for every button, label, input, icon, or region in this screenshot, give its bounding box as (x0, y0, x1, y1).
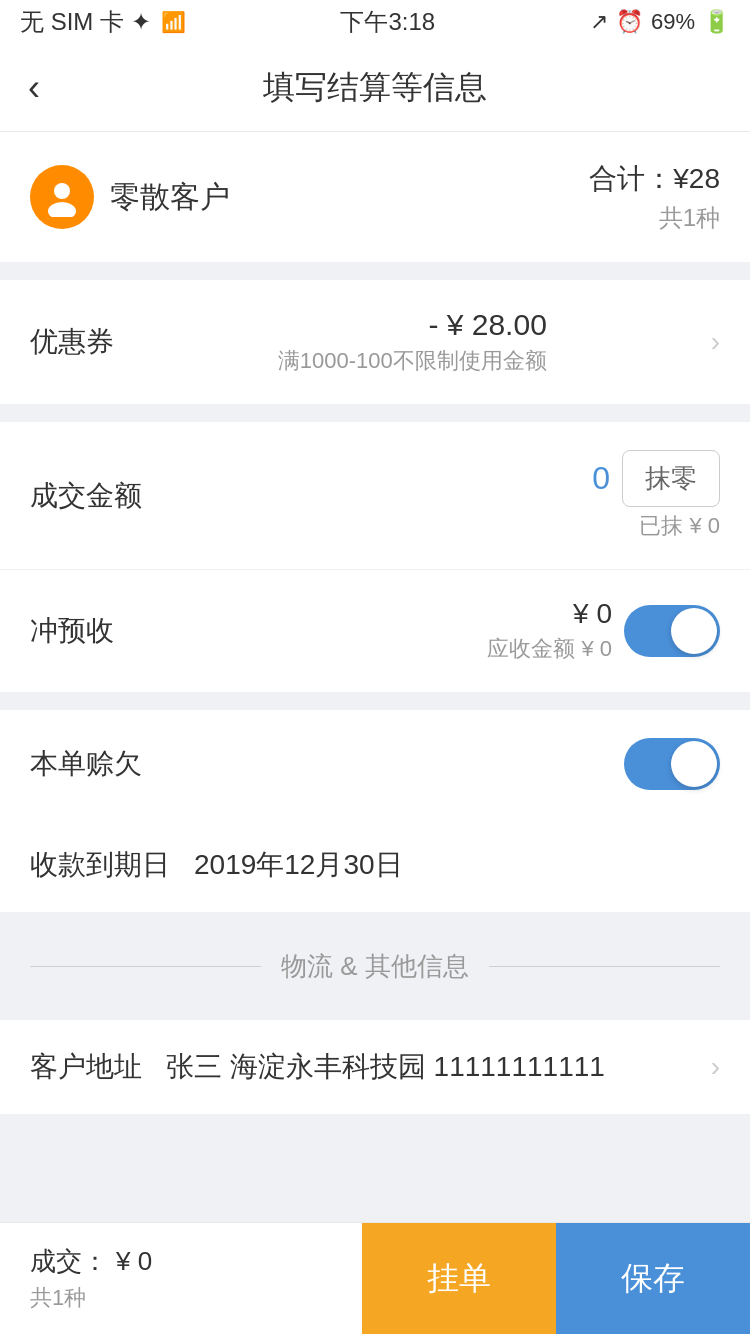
logistics-header-text: 物流 & 其他信息 (261, 949, 489, 984)
already-zeroed-label: 已抹 ¥ 0 (530, 511, 720, 541)
customer-right: 合计：¥28 共1种 (589, 160, 720, 234)
prepay-amount: ¥ 0 (487, 598, 612, 630)
battery-label: 69% (651, 9, 695, 35)
bottom-summary: 成交： ¥ 0 共1种 (0, 1244, 362, 1313)
coupon-amount: - ¥ 28.00 (278, 308, 547, 342)
transaction-right: 抹零 已抹 ¥ 0 (530, 450, 720, 541)
deal-label: 成交： (30, 1244, 108, 1279)
prepay-col: ¥ 0 应收金额 ¥ 0 (487, 598, 612, 664)
transaction-label: 成交金额 (30, 477, 142, 515)
logistics-header: 物流 & 其他信息 (0, 930, 750, 1002)
address-value: 张三 海淀永丰科技园 11111111111 (166, 1048, 711, 1086)
divider-3 (0, 692, 750, 710)
hang-button[interactable]: 挂单 (362, 1223, 556, 1335)
nav-bar: ‹ 填写结算等信息 (0, 44, 750, 132)
divider-5 (0, 1002, 750, 1020)
round-zero-button[interactable]: 抹零 (622, 450, 720, 507)
transaction-amount-row: 成交金额 抹零 已抹 ¥ 0 (0, 422, 750, 570)
coupon-desc: 满1000-100不限制使用金额 (278, 346, 547, 376)
prepay-label: 冲预收 (30, 612, 114, 650)
bottom-bar: 成交： ¥ 0 共1种 挂单 保存 (0, 1222, 750, 1334)
due-date-row: 收款到期日 2019年12月30日 (0, 818, 750, 912)
alarm-icon: ⏰ (616, 9, 643, 35)
customer-left: 零散客户 (30, 165, 230, 229)
bottom-deal: 成交： ¥ 0 (30, 1244, 332, 1279)
status-time: 下午3:18 (340, 6, 435, 38)
coupon-chevron-icon: › (711, 326, 720, 358)
status-right: ↗ ⏰ 69% 🔋 (590, 9, 730, 35)
bottom-count: 共1种 (30, 1283, 332, 1313)
debt-section: 本单赊欠 收款到期日 2019年12月30日 (0, 710, 750, 912)
deal-amount: ¥ 0 (116, 1246, 152, 1277)
avatar (30, 165, 94, 229)
coupon-right: - ¥ 28.00 满1000-100不限制使用金额 (278, 308, 547, 376)
svg-point-0 (54, 183, 70, 199)
toggle-knob (671, 608, 717, 654)
total-count: 共1种 (589, 202, 720, 234)
status-bar: 无 SIM 卡 ✦ 📶 下午3:18 ↗ ⏰ 69% 🔋 (0, 0, 750, 44)
page-title: 填写结算等信息 (263, 66, 487, 110)
debt-toggle[interactable] (624, 738, 720, 790)
content: 零散客户 合计：¥28 共1种 优惠券 - ¥ 28.00 满1000-100不… (0, 132, 750, 1334)
divider-1 (0, 262, 750, 280)
no-sim-label: 无 SIM 卡 ✦ (20, 6, 151, 38)
amount-input[interactable] (530, 460, 610, 497)
save-button[interactable]: 保存 (556, 1223, 750, 1335)
customer-name: 零散客户 (110, 177, 230, 218)
address-chevron-icon: › (711, 1051, 720, 1083)
due-date-value: 2019年12月30日 (194, 846, 403, 884)
divider-4 (0, 912, 750, 930)
prepay-right: ¥ 0 应收金额 ¥ 0 (487, 598, 720, 664)
back-button[interactable]: ‹ (28, 67, 40, 109)
prepay-row: 冲预收 ¥ 0 应收金额 ¥ 0 (0, 570, 750, 692)
wifi-icon: 📶 (161, 10, 186, 34)
coupon-row[interactable]: 优惠券 - ¥ 28.00 满1000-100不限制使用金额 › (0, 280, 750, 404)
battery-icon: 🔋 (703, 9, 730, 35)
divider-2 (0, 404, 750, 422)
amount-section: 成交金额 抹零 已抹 ¥ 0 冲预收 ¥ 0 应收金额 ¥ 0 (0, 422, 750, 692)
amount-col: 抹零 已抹 ¥ 0 (530, 450, 720, 541)
location-icon: ↗ (590, 9, 608, 35)
customer-card: 零散客户 合计：¥28 共1种 (0, 132, 750, 262)
coupon-label: 优惠券 (30, 323, 114, 361)
debt-row: 本单赊欠 (0, 710, 750, 818)
svg-point-1 (48, 202, 76, 217)
prepay-toggle[interactable] (624, 605, 720, 657)
status-left: 无 SIM 卡 ✦ 📶 (20, 6, 186, 38)
prepay-receivable: 应收金额 ¥ 0 (487, 634, 612, 664)
debt-toggle-knob (671, 741, 717, 787)
address-row[interactable]: 客户地址 张三 海淀永丰科技园 11111111111 › (0, 1020, 750, 1114)
due-date-label: 收款到期日 (30, 846, 170, 884)
coupon-section: 优惠券 - ¥ 28.00 满1000-100不限制使用金额 › (0, 280, 750, 404)
total-amount: 合计：¥28 (589, 160, 720, 198)
address-label: 客户地址 (30, 1048, 142, 1086)
debt-label: 本单赊欠 (30, 745, 142, 783)
